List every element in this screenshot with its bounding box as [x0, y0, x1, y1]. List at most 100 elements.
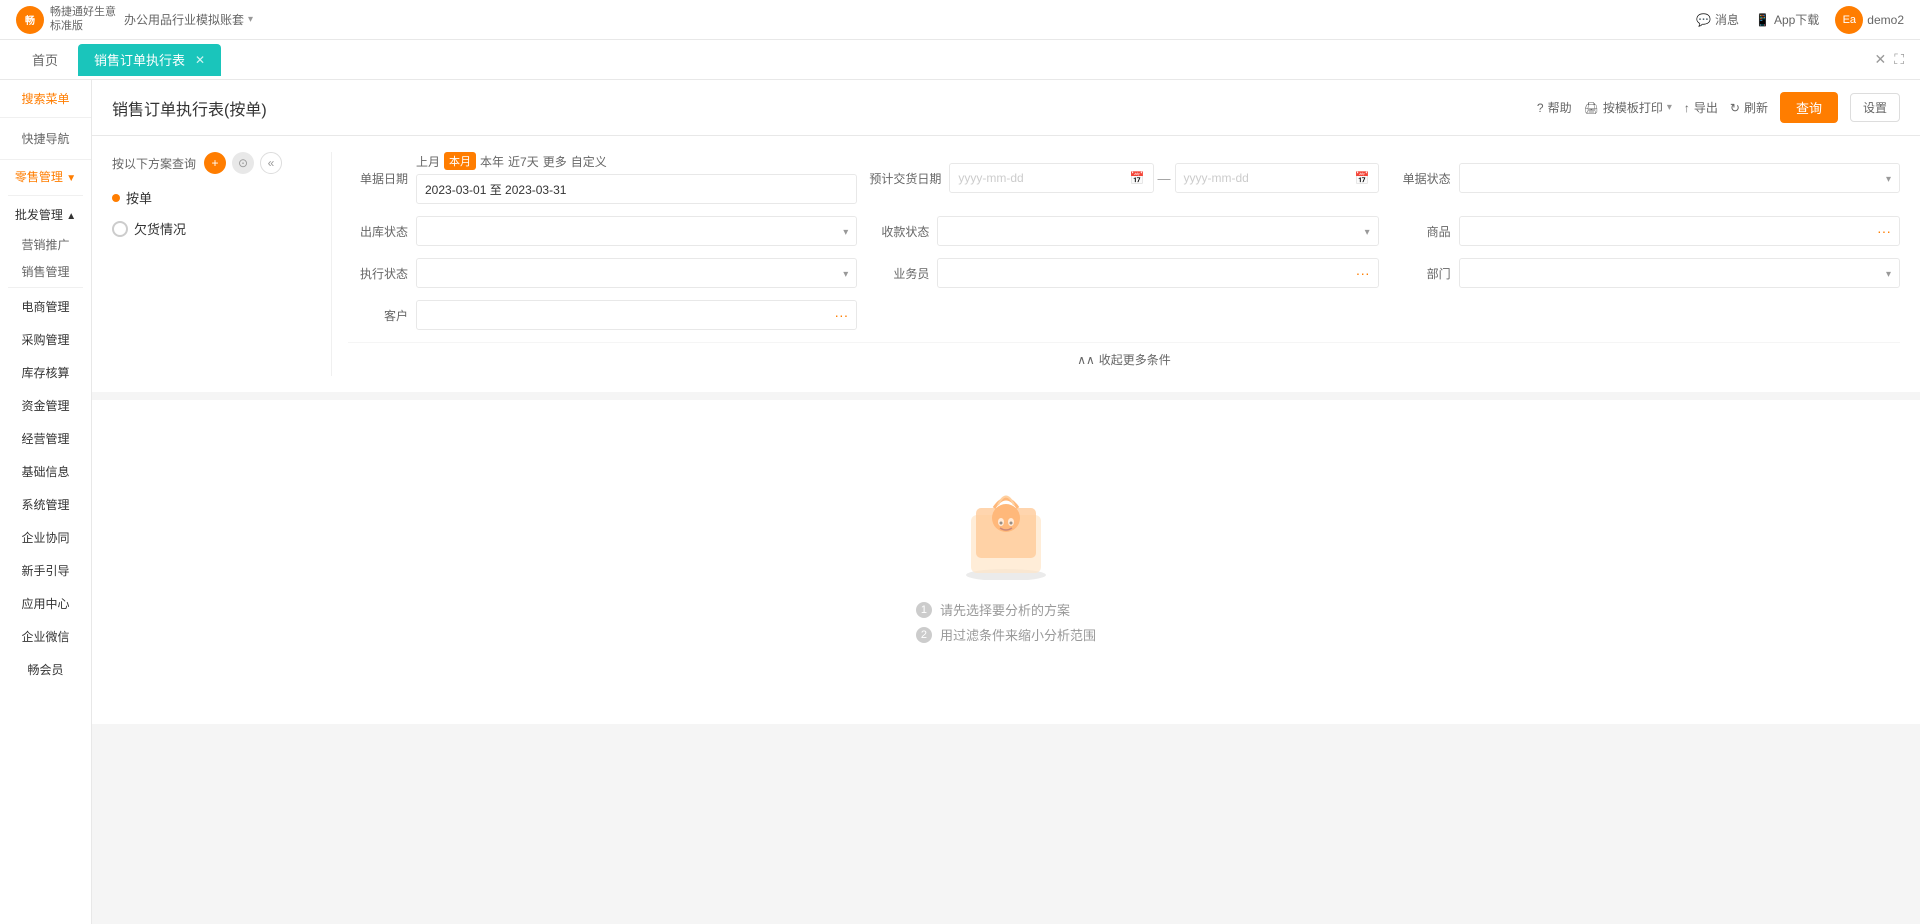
sidebar-item-inventory[interactable]: 库存核算 [0, 356, 91, 389]
collapse-label: 收起更多条件 [1099, 351, 1171, 368]
filter-edit-button[interactable]: ⊙ [232, 152, 254, 174]
payment-status-field: 收款状态 [869, 216, 1378, 246]
order-status-field: 单据状态 [1391, 163, 1900, 193]
tab-close-icon[interactable]: ✕ [195, 53, 205, 67]
sidebar-item-operations[interactable]: 经营管理 [0, 422, 91, 455]
print-arrow-icon: ▾ [1667, 102, 1672, 113]
help-icon: ? [1537, 101, 1544, 115]
refresh-button[interactable]: ↻ 刷新 [1730, 99, 1768, 116]
sidebar-search-label[interactable]: 搜索菜单 [8, 90, 83, 107]
filter-row-2: 出库状态 收款状态 [348, 216, 1900, 246]
exec-status-field: 执行状态 [348, 258, 857, 288]
delivery-status-field: 出库状态 [348, 216, 857, 246]
salesperson-more-icon[interactable]: ··· [1356, 265, 1370, 281]
sidebar-nav[interactable]: 快捷导航 [0, 118, 91, 160]
settings-button[interactable]: 设置 [1850, 93, 1900, 122]
delivery-status-select[interactable] [416, 216, 857, 246]
sidebar-item-enterprise[interactable]: 企业协同 [0, 521, 91, 554]
sidebar-item-member[interactable]: 畅会员 [0, 653, 91, 686]
sidebar-subitem-marketing[interactable]: 营销推广 [0, 231, 91, 258]
order-status-select[interactable] [1459, 163, 1900, 193]
filter-left-actions: + ⊙ « [204, 152, 282, 174]
print-icon: 🖨 [1584, 101, 1599, 115]
empty-num-1: 1 [916, 602, 932, 618]
payment-status-select[interactable] [937, 216, 1378, 246]
sidebar-item-wholesale[interactable]: 批发管理 ▲ [0, 198, 91, 231]
user-name: demo2 [1867, 13, 1904, 27]
filter-left-label: 按以下方案查询 + ⊙ « [112, 152, 315, 174]
tab-bar: 首页 销售订单执行表 ✕ ✕ ⛶ [0, 40, 1920, 80]
order-status-label: 单据状态 [1391, 170, 1451, 187]
empty-illustration [946, 480, 1066, 580]
empty-num-2: 2 [916, 627, 932, 643]
order-date-label: 单据日期 [348, 170, 408, 187]
salesperson-label: 业务员 [869, 265, 929, 282]
help-button[interactable]: ? 帮助 [1537, 99, 1572, 116]
logo-text: 畅捷通好生意 标准版 [50, 6, 116, 32]
sidebar-item-ecommerce[interactable]: 电商管理 [0, 290, 91, 323]
tab-home[interactable]: 首页 [16, 44, 74, 76]
sidebar: 搜索菜单 快捷导航 零售管理 ▼ 批发管理 ▲ 营销推广 销售管理 电商管理 采… [0, 80, 92, 924]
filter-left-panel: 按以下方案查询 + ⊙ « 按单 欠货情况 [112, 152, 332, 376]
shortcut-custom[interactable]: 自定义 [571, 153, 607, 170]
breadcrumb[interactable]: 办公用品行业模拟账套 ▾ [124, 11, 253, 28]
filter-row-4: 客户 ··· [348, 300, 1900, 330]
filter-item-by-order[interactable]: 按单 [112, 182, 315, 213]
department-select[interactable] [1459, 258, 1900, 288]
customer-input[interactable]: ··· [416, 300, 857, 330]
expected-delivery-end[interactable]: yyyy-mm-dd 📅 [1175, 163, 1379, 193]
tab-sales-exec[interactable]: 销售订单执行表 ✕ [78, 44, 221, 76]
sidebar-retail-label: 零售管理 [15, 170, 63, 184]
shortcut-this-month[interactable]: 本月 [444, 152, 476, 170]
sidebar-item-retail[interactable]: 零售管理 ▼ [0, 160, 91, 193]
message-button[interactable]: 💬 消息 [1696, 11, 1739, 28]
sidebar-search[interactable]: 搜索菜单 [0, 80, 91, 118]
export-button[interactable]: ↑ 导出 [1684, 99, 1718, 116]
sidebar-item-appstore[interactable]: 应用中心 [0, 587, 91, 620]
delivery-status-chevron-icon [843, 224, 848, 238]
shortcut-this-year[interactable]: 本年 [480, 153, 504, 170]
window-expand-icon[interactable]: ⛶ [1894, 51, 1904, 68]
sidebar-item-basic[interactable]: 基础信息 [0, 455, 91, 488]
wholesale-sub-items: 营销推广 销售管理 [0, 231, 91, 285]
empty-tip-1: 请先选择要分析的方案 [940, 600, 1070, 619]
collapse-button[interactable]: ∧∧ 收起更多条件 [348, 342, 1900, 376]
app-download-button[interactable]: 📱 App下载 [1755, 11, 1819, 28]
window-close-icon[interactable]: ✕ [1874, 51, 1886, 68]
goods-field: 商品 ··· [1391, 216, 1900, 246]
sidebar-item-system[interactable]: 系统管理 [0, 488, 91, 521]
sidebar-item-newbie[interactable]: 新手引导 [0, 554, 91, 587]
department-label: 部门 [1391, 265, 1451, 282]
goods-input[interactable]: ··· [1459, 216, 1900, 246]
user-profile[interactable]: Ea demo2 [1835, 6, 1904, 34]
customer-more-icon[interactable]: ··· [834, 307, 848, 323]
download-icon: 📱 [1755, 13, 1770, 27]
shortcut-last-month[interactable]: 上月 [416, 153, 440, 170]
customer-label: 客户 [348, 307, 408, 324]
filter-add-button[interactable]: + [204, 152, 226, 174]
filter-item-shortage[interactable]: 欠货情况 [112, 213, 315, 244]
exec-status-chevron-icon [843, 266, 848, 280]
exec-status-select[interactable] [416, 258, 857, 288]
sidebar-item-wechat[interactable]: 企业微信 [0, 620, 91, 653]
order-date-range-display: 2023-03-01 至 2023-03-31 [416, 174, 857, 204]
payment-status-label: 收款状态 [869, 223, 929, 240]
avatar: Ea [1835, 6, 1863, 34]
shortcut-more[interactable]: 更多 [543, 153, 567, 170]
shortcut-last-7-days[interactable]: 近7天 [508, 153, 539, 170]
filter-item-by-order-label: 按单 [126, 188, 152, 207]
tab-home-label: 首页 [32, 50, 58, 69]
sidebar-item-purchase[interactable]: 采购管理 [0, 323, 91, 356]
filter-collapse-button[interactable]: « [260, 152, 282, 174]
filter-right-panel: 单据日期 上月 本月 本年 近7天 更多 自定义 [332, 152, 1900, 376]
salesperson-input[interactable]: ··· [937, 258, 1378, 288]
page-header: 销售订单执行表(按单) ? 帮助 🖨 按模板打印 ▾ ↑ 导出 ↻ 刷新 [92, 80, 1920, 136]
query-button[interactable]: 查询 [1780, 92, 1838, 123]
print-template-button[interactable]: 🖨 按模板打印 ▾ [1584, 99, 1672, 116]
sidebar-subitem-sales[interactable]: 销售管理 [0, 258, 91, 285]
sidebar-nav-label[interactable]: 快捷导航 [0, 126, 91, 151]
goods-more-icon[interactable]: ··· [1877, 223, 1891, 239]
sidebar-item-finance[interactable]: 资金管理 [0, 389, 91, 422]
expected-delivery-start[interactable]: yyyy-mm-dd 📅 [949, 163, 1153, 193]
end-placeholder: yyyy-mm-dd [1184, 171, 1249, 185]
